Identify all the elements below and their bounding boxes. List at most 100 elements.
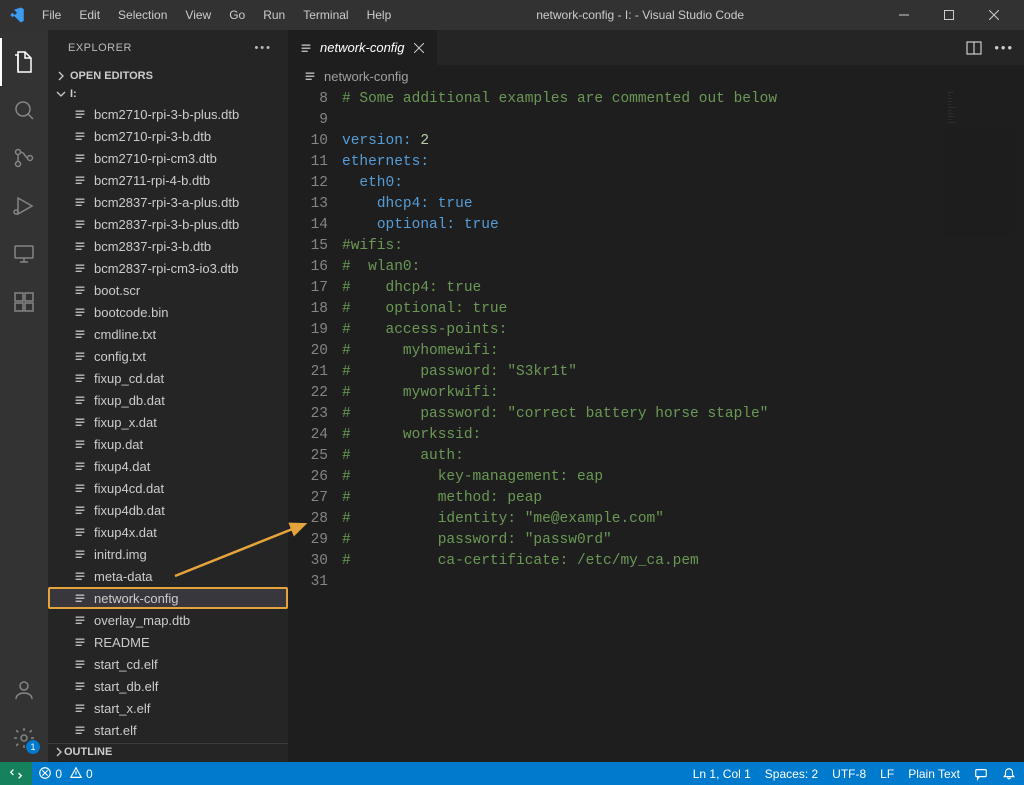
editor-area: network-config ••• network-config 891011…: [288, 30, 1024, 762]
breadcrumb[interactable]: network-config: [288, 65, 1024, 87]
menu-view[interactable]: View: [177, 4, 219, 26]
source-control-tab-icon[interactable]: [0, 134, 48, 182]
minimize-button[interactable]: [881, 0, 926, 30]
file-label: start.elf: [94, 723, 137, 738]
tab-bar: network-config •••: [288, 30, 1024, 65]
file-label: bcm2837-rpi-3-b-plus.dtb: [94, 217, 239, 232]
file-icon: [72, 150, 88, 166]
file-item[interactable]: bcm2837-rpi-cm3-io3.dtb: [48, 257, 288, 279]
maximize-button[interactable]: [926, 0, 971, 30]
close-button[interactable]: [971, 0, 1016, 30]
minimap[interactable]: ▬▬▬▬▬▬▬▬▬▬▬▬▬▬▬▬▬▬▬▬▬▬▬▬▬▬▬▬▬▬▬▬▬▬▬▬▬▬▬▬…: [944, 87, 1014, 237]
menu-go[interactable]: Go: [221, 4, 253, 26]
file-item[interactable]: bootcode.bin: [48, 301, 288, 323]
remote-indicator-icon[interactable]: [0, 762, 32, 785]
tab-label: network-config: [320, 40, 405, 55]
file-item[interactable]: start_cd.elf: [48, 653, 288, 675]
file-item[interactable]: bcm2710-rpi-3-b-plus.dtb: [48, 103, 288, 125]
split-editor-icon[interactable]: [966, 40, 982, 56]
extensions-tab-icon[interactable]: [0, 278, 48, 326]
file-icon: [72, 216, 88, 232]
file-item[interactable]: fixup4.dat: [48, 455, 288, 477]
explorer-title: EXPLORER: [68, 42, 132, 54]
cursor-position[interactable]: Ln 1, Col 1: [693, 767, 751, 781]
file-item[interactable]: initrd.img: [48, 543, 288, 565]
menu-terminal[interactable]: Terminal: [295, 4, 356, 26]
file-item[interactable]: bcm2837-rpi-3-b-plus.dtb: [48, 213, 288, 235]
language-mode[interactable]: Plain Text: [908, 767, 960, 781]
editor-tab-network-config[interactable]: network-config: [288, 30, 438, 65]
file-label: fixup4x.dat: [94, 525, 157, 540]
file-item[interactable]: fixup_x.dat: [48, 411, 288, 433]
file-item[interactable]: boot.scr: [48, 279, 288, 301]
activity-bar: 1: [0, 30, 48, 762]
file-item[interactable]: bcm2837-rpi-3-b.dtb: [48, 235, 288, 257]
file-item[interactable]: bcm2837-rpi-3-a-plus.dtb: [48, 191, 288, 213]
menu-selection[interactable]: Selection: [110, 4, 175, 26]
code-body[interactable]: # Some additional examples are commented…: [342, 87, 1024, 762]
file-icon: [72, 546, 88, 562]
file-label: fixup4db.dat: [94, 503, 165, 518]
file-item[interactable]: fixup.dat: [48, 433, 288, 455]
file-label: overlay_map.dtb: [94, 613, 190, 628]
explorer-sidebar: EXPLORER ••• OPEN EDITORS I: bcm2710-rpi…: [48, 30, 288, 762]
file-label: fixup_db.dat: [94, 393, 165, 408]
file-item[interactable]: start_db.elf: [48, 675, 288, 697]
editor-more-icon[interactable]: •••: [994, 40, 1014, 55]
workspace-root-section[interactable]: I:: [48, 85, 288, 103]
menu-file[interactable]: File: [34, 4, 69, 26]
file-icon: [72, 436, 88, 452]
file-item[interactable]: config.txt: [48, 345, 288, 367]
accounts-icon[interactable]: [0, 666, 48, 714]
file-icon: [72, 194, 88, 210]
file-item[interactable]: README: [48, 631, 288, 653]
menu-run[interactable]: Run: [255, 4, 293, 26]
file-label: fixup_cd.dat: [94, 371, 164, 386]
file-item[interactable]: fixup4db.dat: [48, 499, 288, 521]
indentation-status[interactable]: Spaces: 2: [765, 767, 818, 781]
feedback-icon[interactable]: [974, 767, 988, 781]
outline-section[interactable]: OUTLINE: [48, 743, 288, 760]
file-item[interactable]: overlay_map.dtb: [48, 609, 288, 631]
window-controls: [881, 0, 1016, 30]
file-label: bootcode.bin: [94, 305, 168, 320]
remote-explorer-tab-icon[interactable]: [0, 230, 48, 278]
menu-edit[interactable]: Edit: [71, 4, 108, 26]
chevron-down-icon: [54, 87, 68, 101]
file-item[interactable]: fixup4cd.dat: [48, 477, 288, 499]
open-editors-section[interactable]: OPEN EDITORS: [48, 67, 288, 85]
file-label: bcm2711-rpi-4-b.dtb: [94, 173, 210, 188]
file-icon: [72, 612, 88, 628]
file-item[interactable]: bcm2710-rpi-3-b.dtb: [48, 125, 288, 147]
menu-help[interactable]: Help: [359, 4, 400, 26]
workspace-root-label: I:: [70, 88, 77, 100]
settings-gear-icon[interactable]: 1: [0, 714, 48, 762]
problems-status[interactable]: 0 0: [38, 766, 93, 781]
notifications-icon[interactable]: [1002, 767, 1016, 781]
file-item[interactable]: fixup4x.dat: [48, 521, 288, 543]
file-item[interactable]: start.elf: [48, 719, 288, 741]
search-tab-icon[interactable]: [0, 86, 48, 134]
file-icon: [72, 304, 88, 320]
file-icon: [298, 40, 314, 56]
file-item[interactable]: start_x.elf: [48, 697, 288, 719]
explorer-tab-icon[interactable]: [0, 38, 48, 86]
run-debug-tab-icon[interactable]: [0, 182, 48, 230]
code-editor[interactable]: 8910111213141516171819202122232425262728…: [288, 87, 1024, 762]
file-icon: [72, 260, 88, 276]
chevron-right-icon: [54, 747, 64, 757]
explorer-more-icon[interactable]: •••: [254, 42, 272, 54]
file-item[interactable]: cmdline.txt: [48, 323, 288, 345]
file-label: fixup4cd.dat: [94, 481, 164, 496]
file-item[interactable]: fixup_db.dat: [48, 389, 288, 411]
encoding-status[interactable]: UTF-8: [832, 767, 866, 781]
chevron-right-icon: [54, 69, 68, 83]
file-icon: [72, 722, 88, 738]
file-item[interactable]: bcm2711-rpi-4-b.dtb: [48, 169, 288, 191]
file-item[interactable]: meta-data: [48, 565, 288, 587]
close-tab-icon[interactable]: [411, 40, 427, 56]
file-item[interactable]: bcm2710-rpi-cm3.dtb: [48, 147, 288, 169]
file-item[interactable]: fixup_cd.dat: [48, 367, 288, 389]
eol-status[interactable]: LF: [880, 767, 894, 781]
file-item[interactable]: network-config: [48, 587, 288, 609]
